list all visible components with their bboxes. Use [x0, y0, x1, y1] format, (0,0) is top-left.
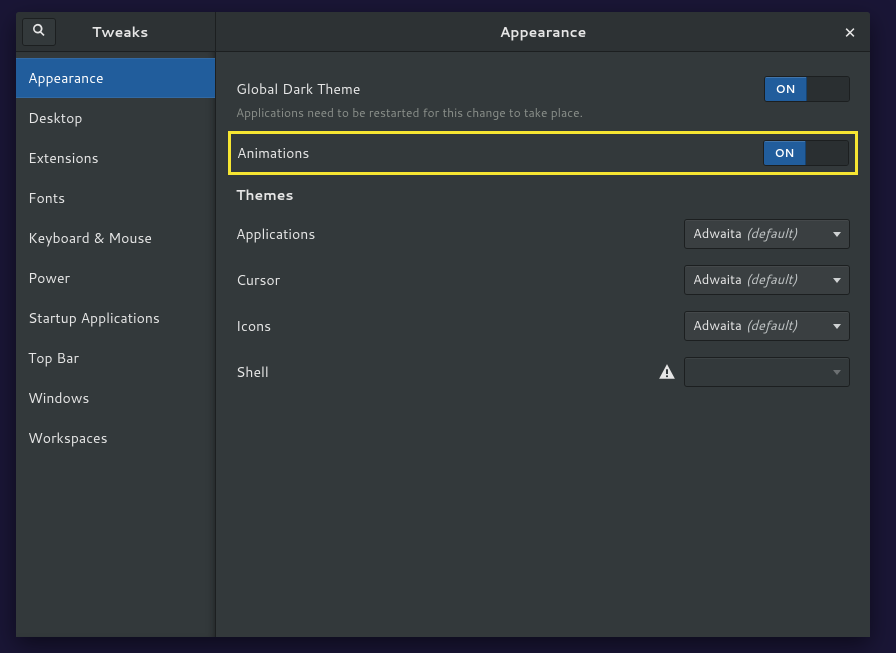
sidebar-item-top-bar[interactable]: Top Bar	[16, 338, 215, 378]
sidebar-item-label: Fonts	[28, 188, 65, 208]
titlebar-right: Appearance ✕	[216, 12, 870, 51]
global-dark-label: Global Dark Theme	[236, 79, 360, 99]
switch-thumb	[806, 141, 848, 165]
window-body: Appearance Desktop Extensions Fonts Keyb…	[16, 52, 870, 637]
row-theme-icons: Icons Adwaita (default)	[236, 307, 850, 345]
sidebar-item-extensions[interactable]: Extensions	[16, 138, 215, 178]
search-icon	[32, 20, 46, 43]
global-dark-subtext: Applications need to be restarted for th…	[236, 104, 850, 121]
theme-cursor-dropdown[interactable]: Adwaita (default)	[684, 265, 850, 295]
row-animations: Animations ON	[228, 131, 858, 175]
theme-shell-dropdown[interactable]	[684, 357, 850, 387]
theme-applications-label: Applications	[236, 224, 315, 244]
close-button[interactable]: ✕	[836, 18, 864, 46]
dropdown-value-note: (default)	[746, 225, 797, 243]
search-button[interactable]	[22, 18, 56, 46]
theme-icons-label: Icons	[236, 316, 271, 336]
row-global-dark-theme: Global Dark Theme ON	[236, 70, 850, 108]
sidebar-item-desktop[interactable]: Desktop	[16, 98, 215, 138]
dropdown-value-note: (default)	[746, 271, 797, 289]
theme-applications-dropdown[interactable]: Adwaita (default)	[684, 219, 850, 249]
page-title: Appearance	[216, 22, 870, 42]
animations-switch[interactable]: ON	[763, 140, 849, 166]
switch-on-label: ON	[764, 141, 806, 165]
warning-icon	[658, 363, 676, 381]
sidebar-item-startup-applications[interactable]: Startup Applications	[16, 298, 215, 338]
dropdown-value: Adwaita	[693, 225, 742, 243]
sidebar-item-label: Power	[28, 268, 70, 288]
animations-label: Animations	[237, 143, 309, 163]
sidebar-item-appearance[interactable]: Appearance	[16, 58, 215, 98]
sidebar-item-label: Extensions	[28, 148, 99, 168]
sidebar-item-label: Windows	[28, 388, 89, 408]
chevron-down-icon	[833, 324, 841, 329]
content-pane: Global Dark Theme ON Applications need t…	[216, 52, 870, 637]
sidebar-item-label: Keyboard & Mouse	[28, 228, 152, 248]
sidebar-item-label: Desktop	[28, 108, 82, 128]
row-theme-shell: Shell	[236, 353, 850, 391]
titlebar-left: Tweaks	[16, 12, 216, 51]
close-icon: ✕	[844, 22, 857, 43]
themes-heading: Themes	[236, 185, 850, 205]
theme-icons-dropdown[interactable]: Adwaita (default)	[684, 311, 850, 341]
sidebar: Appearance Desktop Extensions Fonts Keyb…	[16, 52, 216, 637]
row-theme-applications: Applications Adwaita (default)	[236, 215, 850, 253]
app-name: Tweaks	[92, 22, 148, 42]
sidebar-item-label: Startup Applications	[28, 308, 160, 328]
global-dark-switch[interactable]: ON	[764, 76, 850, 102]
tweaks-window: Tweaks Appearance ✕ Appearance Desktop E…	[16, 12, 870, 637]
sidebar-item-keyboard-mouse[interactable]: Keyboard & Mouse	[16, 218, 215, 258]
chevron-down-icon	[833, 232, 841, 237]
dropdown-value: Adwaita	[693, 271, 742, 289]
sidebar-item-label: Workspaces	[28, 428, 108, 448]
chevron-down-icon	[833, 370, 841, 375]
theme-cursor-label: Cursor	[236, 270, 280, 290]
row-theme-cursor: Cursor Adwaita (default)	[236, 261, 850, 299]
titlebar: Tweaks Appearance ✕	[16, 12, 870, 52]
sidebar-item-workspaces[interactable]: Workspaces	[16, 418, 215, 458]
theme-shell-label: Shell	[236, 362, 269, 382]
sidebar-item-power[interactable]: Power	[16, 258, 215, 298]
sidebar-item-windows[interactable]: Windows	[16, 378, 215, 418]
sidebar-item-label: Top Bar	[28, 348, 79, 368]
switch-on-label: ON	[765, 77, 807, 101]
sidebar-item-fonts[interactable]: Fonts	[16, 178, 215, 218]
sidebar-item-label: Appearance	[28, 68, 104, 88]
switch-thumb	[807, 77, 849, 101]
dropdown-value-note: (default)	[746, 317, 797, 335]
chevron-down-icon	[833, 278, 841, 283]
dropdown-value: Adwaita	[693, 317, 742, 335]
